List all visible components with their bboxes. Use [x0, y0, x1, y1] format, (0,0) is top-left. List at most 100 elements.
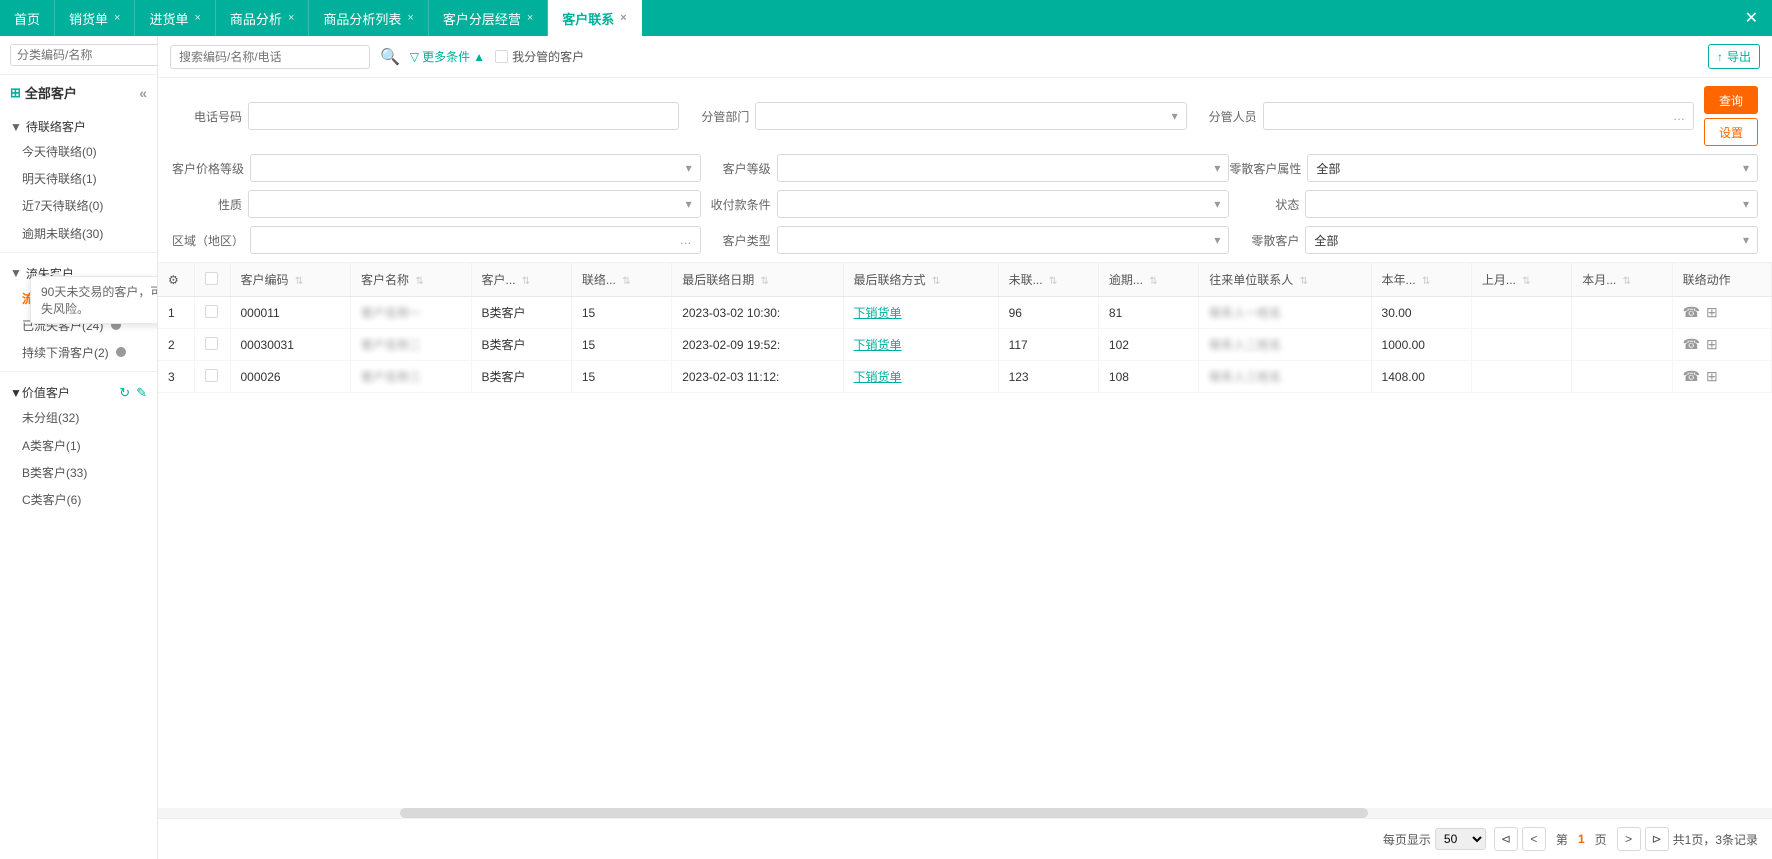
sort-icon-7[interactable]: ⇅: [1049, 276, 1057, 287]
sort-icon-11[interactable]: ⇅: [1522, 276, 1530, 287]
customer-type-select[interactable]: ▾: [777, 226, 1230, 254]
category-search-input[interactable]: [10, 44, 158, 66]
td-checkbox-1[interactable]: [194, 297, 230, 329]
more-action-icon-3[interactable]: ⊞: [1706, 368, 1718, 385]
th-checkbox[interactable]: [194, 263, 230, 297]
per-page-dropdown[interactable]: 50 100 200: [1435, 828, 1486, 850]
sidebar-item-class-b[interactable]: B类客户(33): [0, 460, 157, 487]
td-type-3: B类客户: [471, 361, 571, 393]
dept-select[interactable]: ▾: [755, 102, 1186, 130]
chevron-down-icon-2: ▾: [686, 161, 692, 175]
sort-icon-6[interactable]: ⇅: [932, 276, 940, 287]
edit-icon[interactable]: ✎: [136, 385, 147, 401]
more-conditions-btn[interactable]: ▽ 更多条件 ▲: [410, 48, 485, 65]
first-page-btn[interactable]: ⊲: [1494, 827, 1518, 851]
td-last-method-3[interactable]: 下销货单: [843, 361, 998, 393]
row-checkbox-3[interactable]: [205, 369, 218, 382]
td-overdue-2: 102: [1098, 329, 1198, 361]
export-btn[interactable]: ↑ 导出: [1708, 44, 1760, 69]
td-type-1: B类客户: [471, 297, 571, 329]
close-icon[interactable]: ×: [620, 12, 626, 24]
action-icons-1: ☎ ⊞: [1683, 304, 1761, 321]
zero-retail-attr-label: 零散客户属性: [1229, 160, 1301, 177]
manager-multi[interactable]: …: [1263, 102, 1694, 130]
search-submit-icon[interactable]: 🔍: [380, 47, 400, 67]
sort-icon-9[interactable]: ⇅: [1300, 276, 1308, 287]
price-grade-select[interactable]: ▾: [250, 154, 701, 182]
contact-icon-1[interactable]: ☎: [1683, 304, 1700, 321]
search-input[interactable]: [170, 45, 370, 69]
td-index-2: 2: [158, 329, 194, 361]
settings-btn[interactable]: 设置: [1704, 118, 1758, 146]
my-customers-checkbox[interactable]: 我分管的客户: [495, 48, 584, 65]
close-icon[interactable]: ×: [114, 12, 120, 24]
more-action-icon-2[interactable]: ⊞: [1706, 336, 1718, 353]
sort-icon[interactable]: ⇅: [295, 276, 303, 287]
close-icon[interactable]: ×: [194, 12, 200, 24]
sidebar-item-unclassified[interactable]: 未分组(32): [0, 405, 157, 432]
td-last-date-2: 2023-02-09 19:52:: [672, 329, 843, 361]
zero-retail-select[interactable]: 全部 ▾: [1305, 226, 1758, 254]
prev-page-btn[interactable]: <: [1522, 827, 1546, 851]
last-page-btn[interactable]: ⊳: [1645, 827, 1669, 851]
scrollbar-thumb[interactable]: [400, 808, 1368, 818]
close-icon[interactable]: ×: [527, 12, 533, 24]
tab-customer-contact[interactable]: 客户联系 ×: [548, 0, 641, 36]
sidebar-item-today[interactable]: 今天待联络(0): [0, 139, 157, 166]
row-checkbox-2[interactable]: [205, 337, 218, 350]
td-last-method-1[interactable]: 下销货单: [843, 297, 998, 329]
sort-icon-2[interactable]: ⇅: [415, 276, 423, 287]
close-icon[interactable]: ×: [288, 12, 294, 24]
payment-select[interactable]: ▾: [777, 190, 1230, 218]
sort-icon-4[interactable]: ⇅: [622, 276, 630, 287]
status-select[interactable]: ▾: [1305, 190, 1758, 218]
zero-retail-attr-select[interactable]: 全部 ▾: [1307, 154, 1758, 182]
tab-sales[interactable]: 销货单 ×: [55, 0, 135, 36]
row-checkbox-1[interactable]: [205, 305, 218, 318]
refresh-icon[interactable]: ↻: [119, 385, 130, 401]
td-checkbox-3[interactable]: [194, 361, 230, 393]
td-contact-1: 15: [571, 297, 671, 329]
close-icon[interactable]: ×: [407, 12, 413, 24]
collapse-icon[interactable]: «: [139, 85, 147, 101]
sidebar-item-class-c[interactable]: C类客户(6): [0, 487, 157, 514]
sort-icon-5[interactable]: ⇅: [761, 276, 769, 287]
tab-product-analysis[interactable]: 商品分析 ×: [216, 0, 309, 36]
region-multi[interactable]: …: [250, 226, 701, 254]
sidebar-section-value[interactable]: ▼ 价值客户 ↻ ✎: [0, 380, 157, 405]
tab-purchase[interactable]: 进货单 ×: [135, 0, 215, 36]
more-icon-2[interactable]: …: [680, 233, 692, 247]
sort-icon-12[interactable]: ⇅: [1623, 276, 1631, 287]
sort-icon-10[interactable]: ⇅: [1422, 276, 1430, 287]
window-close-btn[interactable]: ✕: [1731, 8, 1772, 28]
tab-product-list[interactable]: 商品分析列表 ×: [309, 0, 428, 36]
sidebar-item-class-a[interactable]: A类客户(1): [0, 433, 157, 460]
next-page-btn[interactable]: >: [1617, 827, 1641, 851]
more-icon[interactable]: …: [1673, 109, 1685, 123]
sidebar-item-declining[interactable]: 持续下滑客户(2): [0, 340, 157, 367]
horizontal-scrollbar[interactable]: [158, 808, 1772, 818]
settings-col-icon[interactable]: ⚙: [168, 273, 179, 287]
sidebar-section-pending[interactable]: ▼ 待联络客户: [0, 114, 157, 139]
th-settings[interactable]: ⚙: [158, 263, 194, 297]
td-last-method-2[interactable]: 下销货单: [843, 329, 998, 361]
sidebar-item-7days[interactable]: 近7天待联络(0): [0, 193, 157, 220]
tab-customer-layer[interactable]: 客户分层经营 ×: [429, 0, 548, 36]
contact-icon-2[interactable]: ☎: [1683, 336, 1700, 353]
more-action-icon-1[interactable]: ⊞: [1706, 304, 1718, 321]
query-btn[interactable]: 查询: [1704, 86, 1758, 114]
sort-icon-3[interactable]: ⇅: [522, 276, 530, 287]
tab-home[interactable]: 首页: [0, 0, 55, 36]
filter-area: 电话号码 分管部门 ▾ 分管人员 … 查询 设置: [158, 78, 1772, 263]
td-checkbox-2[interactable]: [194, 329, 230, 361]
th-last-method: 最后联络方式 ⇅: [843, 263, 998, 297]
contact-icon-3[interactable]: ☎: [1683, 368, 1700, 385]
all-customers-label[interactable]: 全部客户: [25, 83, 77, 102]
sort-icon-8[interactable]: ⇅: [1149, 276, 1157, 287]
sidebar-item-tomorrow[interactable]: 明天待联络(1): [0, 166, 157, 193]
nature-select[interactable]: ▾: [248, 190, 701, 218]
grade-select[interactable]: ▾: [777, 154, 1230, 182]
select-all-checkbox[interactable]: [205, 272, 218, 285]
phone-input[interactable]: [248, 102, 679, 130]
sidebar-item-overdue[interactable]: 逾期未联络(30): [0, 221, 157, 248]
